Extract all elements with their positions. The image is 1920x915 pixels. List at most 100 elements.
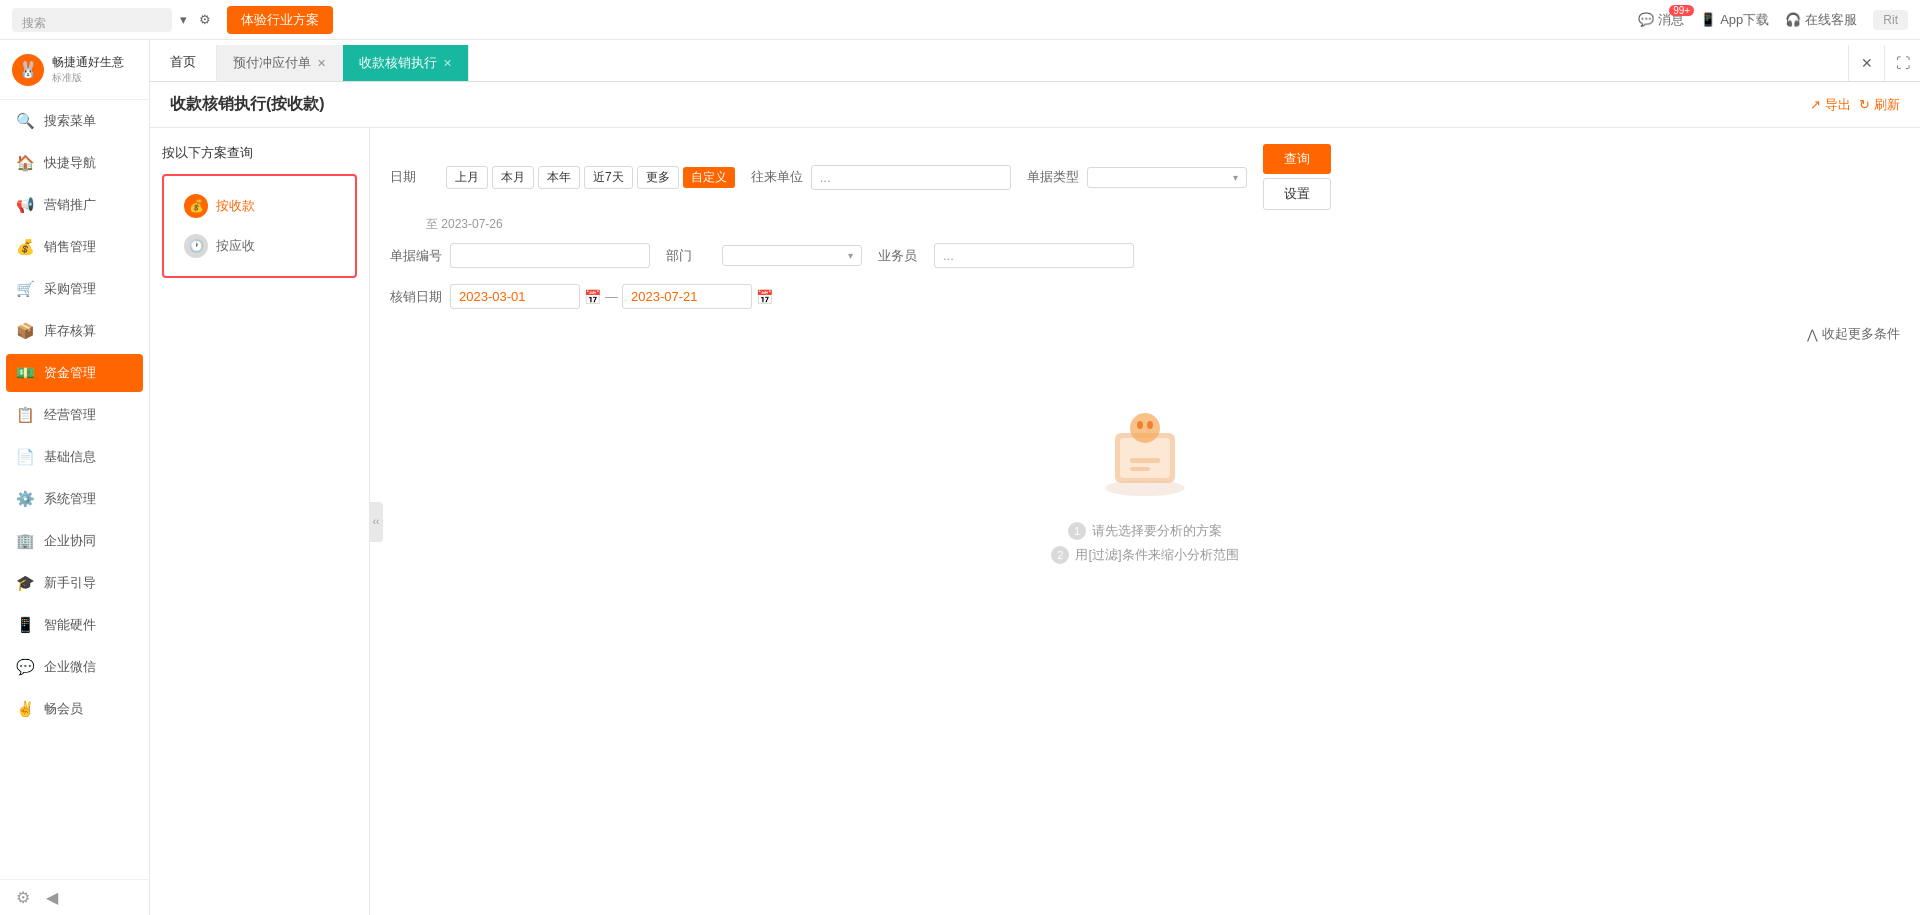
- top-search[interactable]: 搜索: [12, 8, 172, 32]
- sidebar-bottom: ⚙ ◀: [0, 879, 149, 915]
- date-btn-more[interactable]: 更多: [637, 166, 679, 189]
- purchase-icon: 🛒: [16, 280, 34, 298]
- sidebar-item-member[interactable]: ✌️ 畅会员: [0, 688, 149, 730]
- tab-expand-btn[interactable]: ⛶: [1884, 45, 1920, 81]
- tab-close-btn[interactable]: ✕: [1848, 45, 1884, 81]
- refresh-button[interactable]: ↻ 刷新: [1859, 96, 1900, 114]
- tab-close-prepay[interactable]: ✕: [317, 57, 326, 70]
- voucher-no-input[interactable]: [450, 243, 650, 268]
- dept-select[interactable]: ▾: [722, 245, 862, 266]
- online-service-button[interactable]: 🎧 在线客服: [1785, 11, 1857, 29]
- tab-receivable[interactable]: 收款核销执行 ✕: [343, 45, 469, 81]
- sidebar-label-enterprise: 企业协同: [44, 532, 96, 550]
- settings-bottom-icon[interactable]: ⚙: [16, 888, 30, 907]
- logo-icon: 🐰: [12, 54, 44, 86]
- app-version: 标准版: [52, 71, 124, 85]
- filter-collapse-button[interactable]: ‹‹: [369, 502, 383, 542]
- sidebar-item-purchase[interactable]: 🛒 采购管理: [0, 268, 149, 310]
- voucher-type-field: 单据类型 ▾: [1027, 167, 1247, 188]
- filter-by-receivable[interactable]: 🕐 按应收: [174, 226, 345, 266]
- date-options: 上月 本月 本年 近7天 更多 自定义: [446, 166, 735, 189]
- calendar-end-icon[interactable]: 📅: [756, 289, 773, 305]
- voucher-no-field: 单据编号: [390, 243, 650, 268]
- query-row-2: 单据编号 部门 ▾ 业务员 ...: [390, 243, 1900, 268]
- query-button[interactable]: 查询: [1263, 144, 1331, 174]
- dropdown-icon[interactable]: ▾: [180, 12, 187, 27]
- message-button[interactable]: 💬 消息 99+: [1638, 11, 1684, 29]
- receipt-icon: 💰: [184, 194, 208, 218]
- message-icon: 💬: [1638, 12, 1654, 27]
- empty-hint-2-text: 用[过滤]条件来缩小分析范围: [1075, 546, 1238, 564]
- sidebar-item-sales[interactable]: 💰 销售管理: [0, 226, 149, 268]
- user-menu[interactable]: Rit: [1873, 10, 1908, 30]
- date-field: 日期 上月 本月 本年 近7天 更多 自定义: [390, 166, 735, 189]
- staff-input[interactable]: ...: [934, 243, 1134, 268]
- date-btn-last-month[interactable]: 上月: [446, 166, 488, 189]
- tab-home[interactable]: 首页: [150, 45, 217, 81]
- sidebar-item-hardware[interactable]: 📱 智能硬件: [0, 604, 149, 646]
- voucher-type-select[interactable]: ▾: [1087, 167, 1247, 188]
- sidebar-item-shortcut[interactable]: 🏠 快捷导航: [0, 142, 149, 184]
- solution-button[interactable]: 体验行业方案: [227, 6, 333, 34]
- date-btn-custom[interactable]: 自定义: [683, 167, 735, 188]
- page-header-actions: ↗ 导出 ↻ 刷新: [1810, 96, 1900, 114]
- writeoff-date-start[interactable]: [450, 284, 580, 309]
- date-btn-7days[interactable]: 近7天: [584, 166, 633, 189]
- collapse-more-button[interactable]: ⋀ 收起更多条件: [390, 325, 1900, 343]
- filter-sidebar-options: 💰 按收款 🕐 按应收: [162, 174, 357, 278]
- sidebar-item-system[interactable]: ⚙️ 系统管理: [0, 478, 149, 520]
- sidebar-label-basic: 基础信息: [44, 448, 96, 466]
- date-separator: —: [605, 289, 618, 304]
- guide-icon: 🎓: [16, 574, 34, 592]
- sidebar-label-finance: 资金管理: [44, 364, 96, 382]
- writeoff-date-end[interactable]: [622, 284, 752, 309]
- export-button[interactable]: ↗ 导出: [1810, 96, 1851, 114]
- sidebar-label-purchase: 采购管理: [44, 280, 96, 298]
- writeoff-date-field: 核销日期 📅 — 📅: [390, 284, 773, 309]
- sidebar-item-business[interactable]: 📋 经营管理: [0, 394, 149, 436]
- gear-icon[interactable]: ⚙: [199, 12, 211, 27]
- setting-button[interactable]: 设置: [1263, 178, 1331, 210]
- query-buttons: 查询 设置: [1263, 144, 1331, 210]
- date-range-hint: 至 2023-07-26: [426, 216, 1900, 233]
- collapse-sidebar-icon[interactable]: ◀: [46, 888, 58, 907]
- sidebar-item-search[interactable]: 🔍 搜索菜单: [0, 100, 149, 142]
- query-row-3: 核销日期 📅 — 📅: [390, 284, 1900, 309]
- sidebar-item-enterprise[interactable]: 🏢 企业协同: [0, 520, 149, 562]
- empty-hint-1: 1 请先选择要分析的方案: [1068, 522, 1222, 540]
- member-icon: ✌️: [16, 700, 34, 718]
- refresh-icon: ↻: [1859, 97, 1870, 112]
- inventory-icon: 📦: [16, 322, 34, 340]
- empty-state: 1 请先选择要分析的方案 2 用[过滤]条件来缩小分析范围: [390, 343, 1900, 630]
- empty-hint-2: 2 用[过滤]条件来缩小分析范围: [1051, 546, 1238, 564]
- filter-by-receipt[interactable]: 💰 按收款: [174, 186, 345, 226]
- sidebar-label-search: 搜索菜单: [44, 112, 96, 130]
- top-bar-left: 搜索 ▾ ⚙ 体验行业方案: [12, 6, 333, 34]
- counterpart-input[interactable]: ...: [811, 165, 1011, 190]
- page-title: 收款核销执行(按收款): [170, 94, 325, 115]
- voucher-type-label: 单据类型: [1027, 168, 1079, 186]
- sidebar-item-wechat[interactable]: 💬 企业微信: [0, 646, 149, 688]
- svg-point-4: [1137, 421, 1143, 429]
- sidebar-item-finance[interactable]: 💵 资金管理: [6, 354, 143, 392]
- sidebar-item-inventory[interactable]: 📦 库存核算: [0, 310, 149, 352]
- counterpart-field: 往来单位 ...: [751, 165, 1011, 190]
- app-download-button[interactable]: 📱 App下载: [1700, 11, 1769, 29]
- date-btn-this-year[interactable]: 本年: [538, 166, 580, 189]
- date-label: 日期: [390, 168, 438, 186]
- marketing-icon: 📢: [16, 196, 34, 214]
- sidebar-item-marketing[interactable]: 📢 营销推广: [0, 184, 149, 226]
- sidebar-label-system: 系统管理: [44, 490, 96, 508]
- filter-sidebar-title: 按以下方案查询: [162, 144, 357, 162]
- tab-prepay[interactable]: 预付冲应付单 ✕: [217, 45, 343, 81]
- tab-close-receivable[interactable]: ✕: [443, 57, 452, 70]
- collapse-label: 收起更多条件: [1822, 325, 1900, 343]
- sidebar-item-guide[interactable]: 🎓 新手引导: [0, 562, 149, 604]
- sidebar-item-basic[interactable]: 📄 基础信息: [0, 436, 149, 478]
- system-icon: ⚙️: [16, 490, 34, 508]
- calendar-start-icon[interactable]: 📅: [584, 289, 601, 305]
- date-btn-this-month[interactable]: 本月: [492, 166, 534, 189]
- collapse-icon: ⋀: [1807, 327, 1818, 342]
- message-badge: 99+: [1669, 5, 1694, 16]
- home-icon: 🏠: [16, 154, 34, 172]
